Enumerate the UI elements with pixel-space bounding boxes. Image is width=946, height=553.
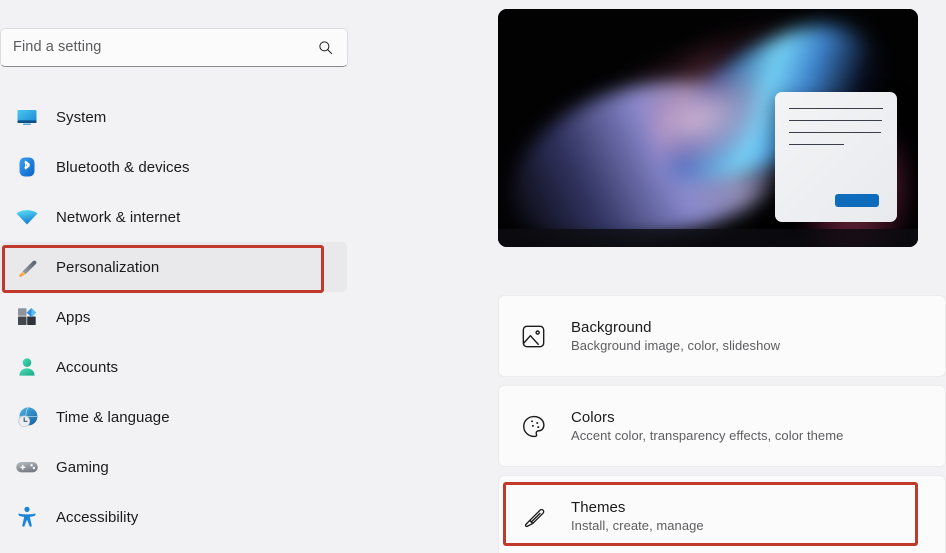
sidebar-item-label: Personalization — [56, 258, 160, 276]
settings-card-title: Colors — [571, 409, 615, 426]
desktop-theme-preview[interactable] — [498, 9, 918, 247]
settings-card-subtitle: Accent color, transparency effects, colo… — [571, 428, 844, 443]
preview-taskbar — [498, 229, 918, 247]
mock-text-line — [789, 132, 881, 133]
sidebar-item-label: Network & internet — [56, 208, 181, 226]
mock-app-window — [775, 92, 897, 222]
clock-globe-icon — [12, 402, 42, 432]
sidebar-item-time-language[interactable]: Time & language — [0, 392, 348, 442]
sidebar-item-bluetooth-devices[interactable]: Bluetooth & devices — [0, 142, 348, 192]
settings-navigation-pane: Find a setting System Bluetooth & device… — [0, 0, 360, 553]
sidebar-item-label: Gaming — [56, 458, 109, 476]
palette-icon — [517, 410, 549, 442]
monitor-icon — [12, 102, 42, 132]
settings-card-title: Background — [571, 319, 652, 336]
personalization-content-pane: Background Background image, color, slid… — [498, 0, 946, 553]
settings-card-subtitle: Install, create, manage — [571, 518, 704, 533]
gamepad-icon — [12, 452, 42, 482]
sidebar-item-accessibility[interactable]: Accessibility — [0, 492, 348, 542]
settings-card-title: Themes — [571, 499, 626, 516]
mock-text-line — [789, 144, 844, 145]
search-input-text[interactable]: Find a setting — [13, 40, 311, 55]
search-icon[interactable] — [311, 34, 339, 62]
sidebar-item-label: Apps — [56, 308, 91, 326]
settings-card-subtitle: Background image, color, slideshow — [571, 338, 781, 353]
settings-card-colors[interactable]: Colors Accent color, transparency effect… — [498, 385, 946, 467]
settings-card-background[interactable]: Background Background image, color, slid… — [498, 295, 946, 377]
mock-primary-button — [835, 194, 879, 207]
sidebar-item-list: System Bluetooth & devices Network & int… — [0, 92, 360, 542]
wifi-icon — [12, 202, 42, 232]
sidebar-item-label: Accounts — [56, 358, 119, 376]
search-input[interactable]: Find a setting — [0, 28, 348, 67]
sidebar-item-apps[interactable]: Apps — [0, 292, 348, 342]
settings-card-themes[interactable]: Themes Install, create, manage — [498, 475, 946, 553]
sidebar-item-network-internet[interactable]: Network & internet — [0, 192, 348, 242]
sidebar-item-label: Bluetooth & devices — [56, 158, 190, 176]
mock-text-line — [789, 108, 883, 109]
sidebar-item-personalization[interactable]: Personalization — [0, 242, 347, 292]
person-icon — [12, 352, 42, 382]
sidebar-item-label: Time & language — [56, 408, 170, 426]
paintbrush-icon — [12, 252, 42, 282]
accessibility-icon — [12, 502, 42, 532]
sidebar-item-label: System — [56, 108, 107, 126]
sidebar-item-accounts[interactable]: Accounts — [0, 342, 348, 392]
mock-text-line — [789, 120, 882, 121]
paintbrush-outline-icon — [517, 500, 549, 532]
bluetooth-icon — [12, 152, 42, 182]
sidebar-item-system[interactable]: System — [0, 92, 348, 142]
sidebar-item-label: Accessibility — [56, 508, 139, 526]
apps-icon — [12, 302, 42, 332]
image-icon — [517, 320, 549, 352]
sidebar-item-gaming[interactable]: Gaming — [0, 442, 348, 492]
settings-card-list: Background Background image, color, slid… — [498, 295, 946, 553]
